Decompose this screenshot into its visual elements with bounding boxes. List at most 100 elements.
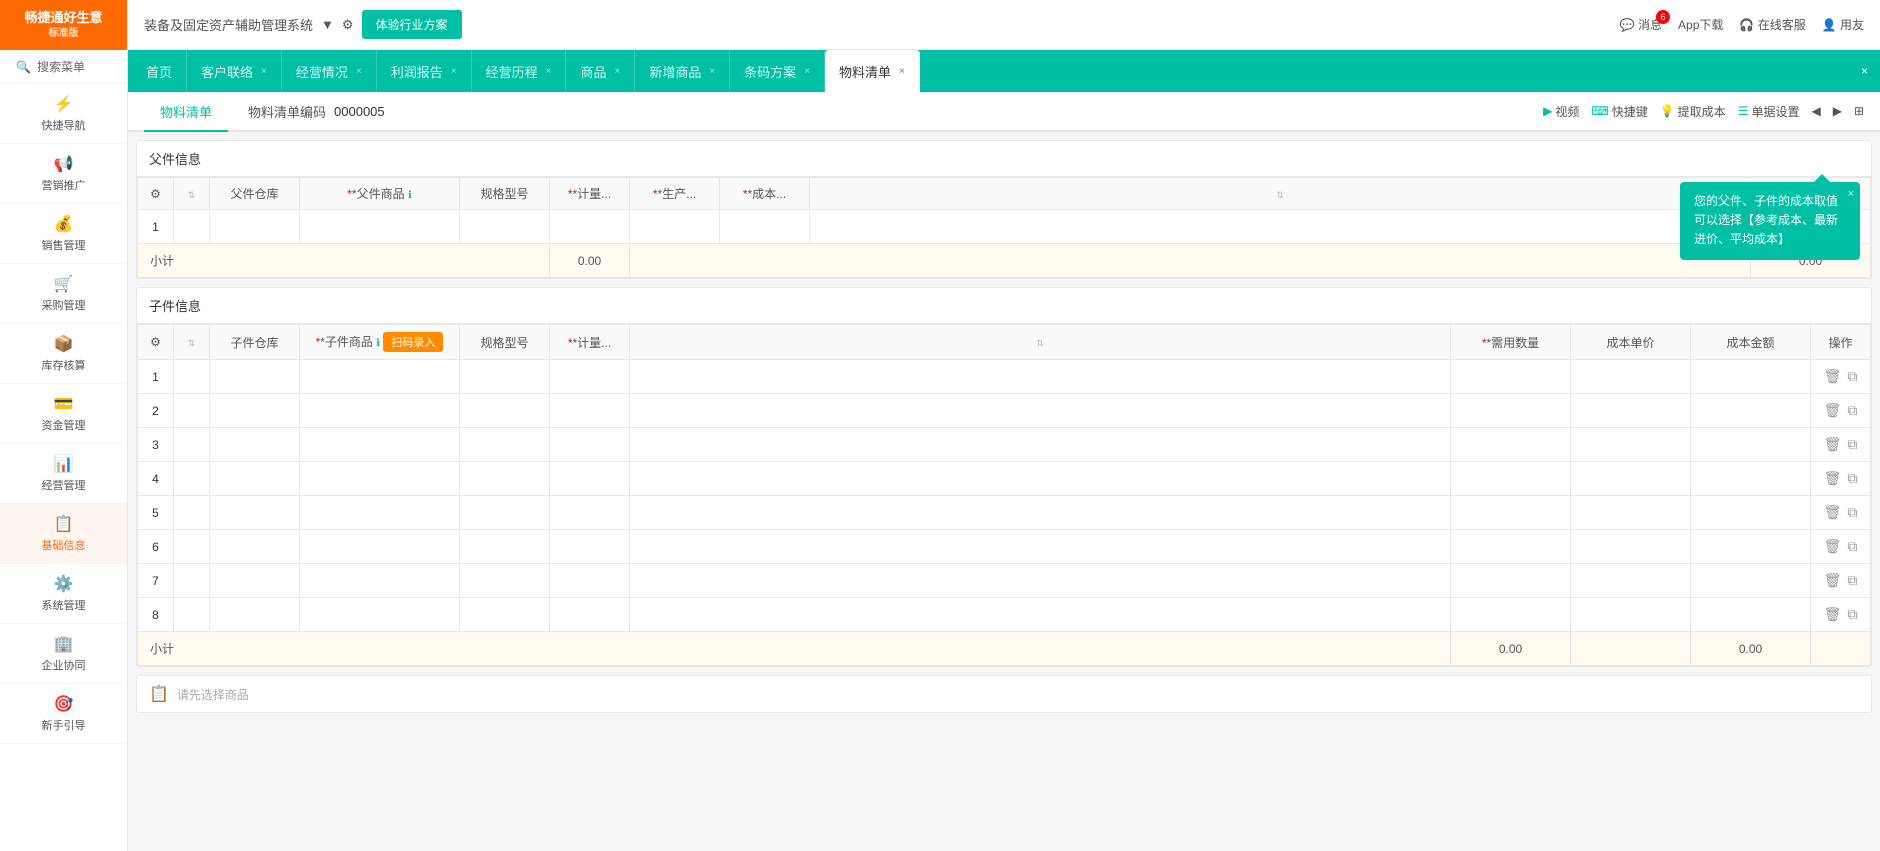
tab-profit-close[interactable]: × — [451, 66, 457, 77]
delete-icon-row1[interactable]: 🗑 — [1824, 368, 1842, 385]
tab-customer[interactable]: 客户联络 × — [187, 50, 282, 92]
sidebar-item-finance[interactable]: 💳 资金管理 — [0, 384, 127, 444]
sub-tab-bom-list[interactable]: 物料清单 — [144, 92, 228, 132]
grid-view[interactable]: ⊞ — [1854, 104, 1864, 118]
tab-bom[interactable]: 物料清单 × — [825, 50, 920, 92]
sidebar-item-purchase[interactable]: 🛒 采购管理 — [0, 264, 127, 324]
sidebar-item-quick-nav[interactable]: ⚡ 快捷导航 — [0, 84, 127, 144]
delete-icon-row4[interactable]: 🗑 — [1824, 470, 1842, 487]
sidebar-item-basic[interactable]: 📋 基础信息 — [0, 504, 127, 564]
delete-icon-row2[interactable]: 🗑 — [1824, 402, 1842, 419]
sidebar-item-sales[interactable]: 💰 销售管理 — [0, 204, 127, 264]
parent-product-info-icon[interactable]: ℹ — [408, 190, 412, 201]
child-row2-needed[interactable] — [1451, 394, 1571, 428]
child-col-settings[interactable]: ⚙ — [138, 325, 174, 360]
child-row7-qty[interactable] — [550, 564, 630, 598]
child-row4-product[interactable] — [300, 462, 460, 496]
copy-icon-row1[interactable]: ⧉ — [1847, 368, 1857, 385]
delete-icon-row6[interactable]: 🗑 — [1824, 538, 1842, 555]
message-badge[interactable]: 💬 消息 6 — [1620, 16, 1662, 33]
child-row6-needed[interactable] — [1451, 530, 1571, 564]
copy-icon-row5[interactable]: ⧉ — [1847, 504, 1857, 521]
sidebar-item-inventory[interactable]: 📦 库存核算 — [0, 324, 127, 384]
tab-barcode[interactable]: 条码方案 × — [730, 50, 825, 92]
child-row7-product[interactable] — [300, 564, 460, 598]
parent-row-product[interactable] — [300, 210, 460, 244]
child-row8-needed[interactable] — [1451, 598, 1571, 632]
tab-bom-close[interactable]: × — [899, 66, 905, 77]
child-row4-warehouse[interactable] — [210, 462, 300, 496]
child-row5-qty[interactable] — [550, 496, 630, 530]
child-row3-product[interactable] — [300, 428, 460, 462]
copy-icon-row2[interactable]: ⧉ — [1847, 402, 1857, 419]
child-row1-warehouse[interactable] — [210, 360, 300, 394]
child-row5-product[interactable] — [300, 496, 460, 530]
tab-product-close[interactable]: × — [614, 66, 620, 77]
child-row4-needed[interactable] — [1451, 462, 1571, 496]
child-row1-qty[interactable] — [550, 360, 630, 394]
child-row1-needed[interactable] — [1451, 360, 1571, 394]
nav-prev[interactable]: ◀ — [1811, 104, 1820, 118]
sidebar-item-marketing[interactable]: 📢 营销推广 — [0, 144, 127, 204]
parent-row-warehouse[interactable] — [210, 210, 300, 244]
copy-icon-row8[interactable]: ⧉ — [1847, 606, 1857, 623]
online-service-link[interactable]: 🎧 在线客服 — [1739, 16, 1805, 33]
child-row2-qty[interactable] — [550, 394, 630, 428]
toolbar-video[interactable]: ▶ 视频 — [1543, 103, 1579, 120]
user-avatar[interactable]: 👤 用友 — [1822, 16, 1864, 33]
tab-new-product-close[interactable]: × — [709, 66, 715, 77]
parent-row-cost[interactable] — [720, 210, 810, 244]
child-row3-qty[interactable] — [550, 428, 630, 462]
child-settings-icon[interactable]: ⚙ — [150, 335, 161, 349]
tooltip-close-btn[interactable]: × — [1848, 186, 1854, 204]
child-row4-qty[interactable] — [550, 462, 630, 496]
child-row3-needed[interactable] — [1451, 428, 1571, 462]
child-row8-qty[interactable] — [550, 598, 630, 632]
delete-icon-row7[interactable]: 🗑 — [1824, 572, 1842, 589]
parent-settings-icon[interactable]: ⚙ — [150, 187, 161, 201]
child-row5-warehouse[interactable] — [210, 496, 300, 530]
tab-product[interactable]: 商品 × — [566, 50, 635, 92]
tab-new-product[interactable]: 新增商品 × — [635, 50, 730, 92]
child-row6-product[interactable] — [300, 530, 460, 564]
sidebar-item-enterprise[interactable]: 🏢 企业协同 — [0, 624, 127, 684]
child-row2-warehouse[interactable] — [210, 394, 300, 428]
toolbar-extract-cost[interactable]: 💡 提取成本 — [1660, 103, 1726, 120]
sidebar-item-guide[interactable]: 🎯 新手引导 — [0, 684, 127, 744]
dropdown-arrow[interactable]: ▼ — [321, 17, 334, 32]
copy-icon-row4[interactable]: ⧉ — [1847, 470, 1857, 487]
child-row7-needed[interactable] — [1451, 564, 1571, 598]
child-row7-warehouse[interactable] — [210, 564, 300, 598]
child-row6-qty[interactable] — [550, 530, 630, 564]
tab-barcode-close[interactable]: × — [804, 66, 810, 77]
tab-customer-close[interactable]: × — [261, 66, 267, 77]
parent-row-prod[interactable] — [630, 210, 720, 244]
toolbar-hotkey[interactable]: ⌨ 快捷键 — [1591, 103, 1647, 120]
child-row2-product[interactable] — [300, 394, 460, 428]
child-row3-warehouse[interactable] — [210, 428, 300, 462]
trial-button[interactable]: 体验行业方案 — [362, 10, 462, 39]
sidebar-item-system[interactable]: ⚙️ 系统管理 — [0, 564, 127, 624]
delete-icon-row3[interactable]: 🗑 — [1824, 436, 1842, 453]
nav-next[interactable]: ▶ — [1833, 104, 1842, 118]
toolbar-single-settings[interactable]: ☰ 单据设置 — [1738, 103, 1800, 120]
delete-icon-row5[interactable]: 🗑 — [1824, 504, 1842, 521]
tab-profit[interactable]: 利润报告 × — [377, 50, 472, 92]
child-product-info-icon[interactable]: ℹ — [376, 338, 380, 349]
sidebar-item-search[interactable]: 🔍 搜索菜单 — [0, 50, 127, 84]
child-row8-warehouse[interactable] — [210, 598, 300, 632]
tab-home[interactable]: 首页 — [132, 50, 187, 92]
delete-icon-row8[interactable]: 🗑 — [1824, 606, 1842, 623]
tab-operation[interactable]: 经营情况 × — [282, 50, 377, 92]
copy-icon-row3[interactable]: ⧉ — [1847, 436, 1857, 453]
parent-row-qty[interactable] — [550, 210, 630, 244]
tab-history[interactable]: 经营历程 × — [472, 50, 567, 92]
scan-input-btn[interactable]: 扫码录入 — [383, 332, 443, 352]
child-row5-needed[interactable] — [1451, 496, 1571, 530]
copy-icon-row6[interactable]: ⧉ — [1847, 538, 1857, 555]
app-download-link[interactable]: App下载 — [1678, 16, 1723, 33]
sidebar-item-ops[interactable]: 📊 经营管理 — [0, 444, 127, 504]
tab-history-close[interactable]: × — [546, 66, 552, 77]
child-row6-warehouse[interactable] — [210, 530, 300, 564]
nav-close-all[interactable]: × — [1853, 64, 1876, 78]
